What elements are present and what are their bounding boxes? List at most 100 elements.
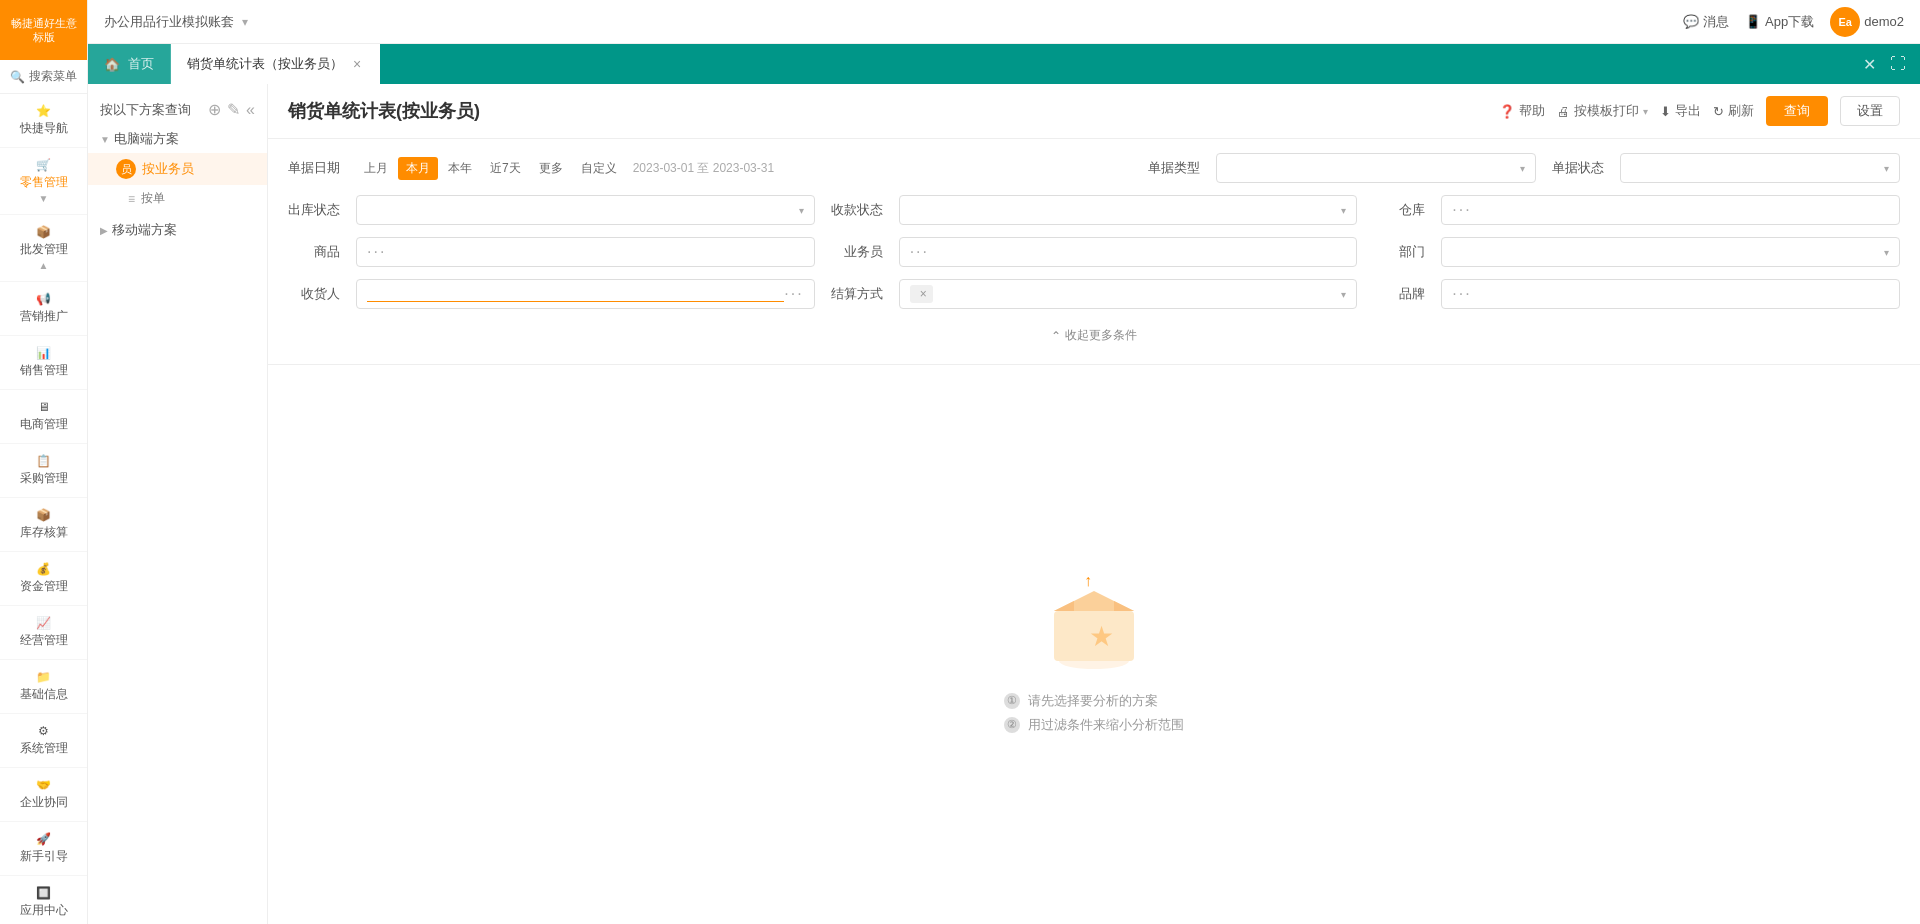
sidebar-item-purchase[interactable]: 📋 采购管理 xyxy=(0,444,87,498)
salesman-select[interactable]: ··· xyxy=(899,237,1358,267)
plan-section-mobile[interactable]: ▶ 移动端方案 xyxy=(88,216,267,244)
salesman-dots: ··· xyxy=(910,243,929,261)
sidebar-newbie-label: 新手引导 xyxy=(20,848,68,865)
tab-close-window-icon[interactable]: ✕ xyxy=(1861,53,1878,76)
sidebar-retail-label: 零售管理 xyxy=(20,174,68,191)
consignee-dots: ··· xyxy=(784,285,803,303)
filter-area: 单据日期 上月 本月 本年 近7天 更多 自定义 2023-03-01 至 20… xyxy=(268,139,1920,365)
doc-type-select[interactable]: ▾ xyxy=(1216,153,1536,183)
sidebar-item-sales[interactable]: 📊 销售管理 xyxy=(0,336,87,390)
appcenter-icon: 🔲 xyxy=(36,886,51,900)
sidebar-item-wholesale[interactable]: 📦 批发管理 ▲ xyxy=(0,215,87,282)
topbar-msg-btn[interactable]: 💬 消息 xyxy=(1683,13,1729,31)
sidebar-item-ecommerce[interactable]: 🖥 电商管理 xyxy=(0,390,87,444)
refresh-btn[interactable]: ↻ 刷新 xyxy=(1713,102,1754,120)
hint-num-2: ② xyxy=(1004,717,1020,733)
date-tab-thisyear[interactable]: 本年 xyxy=(440,157,480,180)
receipt-status-label: 收款状态 xyxy=(831,201,883,219)
sidebar-item-enterprise[interactable]: 🤝 企业协同 xyxy=(0,768,87,822)
doc-type-label: 单据类型 xyxy=(1148,159,1200,177)
sidebar-item-system[interactable]: ⚙ 系统管理 xyxy=(0,714,87,768)
date-label: 单据日期 xyxy=(288,159,340,177)
date-tab-thismonth[interactable]: 本月 xyxy=(398,157,438,180)
topbar-app-btn[interactable]: 📱 App下载 xyxy=(1745,13,1814,31)
consignee-input[interactable]: ··· xyxy=(356,279,815,309)
topbar-arrow-icon: ▾ xyxy=(242,15,248,29)
sidebar-quicknav-label: 快捷导航 xyxy=(20,120,68,137)
doc-status-select[interactable]: ▾ xyxy=(1620,153,1900,183)
quicknav-icon: ⭐ xyxy=(36,104,51,118)
sidebar-item-appcenter[interactable]: 🔲 应用中心 xyxy=(0,876,87,924)
print-caret-icon: ▾ xyxy=(1643,106,1648,117)
date-tab-7days[interactable]: 近7天 xyxy=(482,157,529,180)
receipt-status-select[interactable]: ▾ xyxy=(899,195,1358,225)
sidebar-item-newbie[interactable]: 🚀 新手引导 xyxy=(0,822,87,876)
consignee-field[interactable] xyxy=(367,286,784,302)
sidebar-item-operation[interactable]: 📈 经营管理 xyxy=(0,606,87,660)
topbar: 办公用品行业模拟账套 ▾ 💬 消息 📱 App下载 Ea demo2 xyxy=(88,0,1920,44)
sidebar-item-inventory[interactable]: 📦 库存核算 xyxy=(0,498,87,552)
receipt-status-caret-icon: ▾ xyxy=(1341,205,1346,216)
tab-sales-stat[interactable]: 销货单统计表（按业务员） × xyxy=(171,44,380,84)
hint-num-1: ① xyxy=(1004,693,1020,709)
print-btn[interactable]: 🖨 按模板打印 ▾ xyxy=(1557,102,1648,120)
plan-item-salesman-label: 按业务员 xyxy=(142,160,194,178)
sidebar-item-retail[interactable]: 🛒 零售管理 ▼ xyxy=(0,148,87,215)
out-status-select[interactable]: ▾ xyxy=(356,195,815,225)
panel-edit-icon[interactable]: ✎ xyxy=(227,100,240,119)
svg-text:↑: ↑ xyxy=(1084,572,1092,589)
payment-caret-icon: ▾ xyxy=(1341,289,1346,300)
system-icon: ⚙ xyxy=(38,724,49,738)
goods-select[interactable]: ··· xyxy=(356,237,815,267)
plan-section-desktop: ▼ 电脑端方案 员 按业务员 ≡ 按单 xyxy=(88,125,267,212)
payment-tag-clear-icon[interactable]: × xyxy=(920,287,927,301)
plan-group-arrow-icon: ▼ xyxy=(100,134,110,145)
topbar-user-btn[interactable]: Ea demo2 xyxy=(1830,7,1904,37)
payment-select[interactable]: × ▾ xyxy=(899,279,1358,309)
sidebar: 畅捷通好生意 标版 🔍 搜索菜单 ⭐ 快捷导航 🛒 零售管理 ▼ 📦 批发管理 … xyxy=(0,0,88,924)
export-btn[interactable]: ⬇ 导出 xyxy=(1660,102,1701,120)
export-label: 导出 xyxy=(1675,102,1701,120)
sidebar-basic-label: 基础信息 xyxy=(20,686,68,703)
sidebar-item-quicknav[interactable]: ⭐ 快捷导航 xyxy=(0,94,87,148)
svg-marker-4 xyxy=(1114,601,1134,611)
brand-select[interactable]: ··· xyxy=(1441,279,1900,309)
settings-button[interactable]: 设置 xyxy=(1840,96,1900,126)
sidebar-inventory-label: 库存核算 xyxy=(20,524,68,541)
tabs-spacer xyxy=(380,44,1849,84)
plan-item-by-salesman[interactable]: 员 按业务员 xyxy=(88,153,267,185)
date-tab-more[interactable]: 更多 xyxy=(531,157,571,180)
sidebar-item-finance[interactable]: 💰 资金管理 xyxy=(0,552,87,606)
tab-maximize-icon[interactable]: ⛶ xyxy=(1888,53,1908,75)
doc-status-caret-icon: ▾ xyxy=(1884,163,1889,174)
sidebar-item-basic[interactable]: 📁 基础信息 xyxy=(0,660,87,714)
plan-group-desktop[interactable]: ▼ 电脑端方案 xyxy=(88,125,267,153)
warehouse-select[interactable]: ··· xyxy=(1441,195,1900,225)
date-tab-lastmonth[interactable]: 上月 xyxy=(356,157,396,180)
plan-sub-order-label: 按单 xyxy=(141,190,165,207)
collapse-label: 收起更多条件 xyxy=(1065,327,1137,344)
panel-collapse-icon[interactable]: « xyxy=(246,101,255,119)
plan-sub-item-by-order[interactable]: ≡ 按单 xyxy=(88,185,267,212)
purchase-icon: 📋 xyxy=(36,454,51,468)
query-button[interactable]: 查询 xyxy=(1766,96,1828,126)
print-icon: 🖨 xyxy=(1557,104,1570,119)
date-tab-custom[interactable]: 自定义 xyxy=(573,157,625,180)
help-btn[interactable]: ❓ 帮助 xyxy=(1499,102,1545,120)
filter-row-2: 出库状态 ▾ 收款状态 ▾ 仓库 ··· xyxy=(288,195,1900,225)
collapse-btn[interactable]: ⌃ 收起更多条件 xyxy=(288,321,1900,350)
hint-text-2: 用过滤条件来缩小分析范围 xyxy=(1028,716,1184,734)
sidebar-search[interactable]: 🔍 搜索菜单 xyxy=(0,60,87,94)
plan-group-desktop-label: 电脑端方案 xyxy=(114,130,179,148)
tab-close-icon[interactable]: × xyxy=(351,56,363,72)
content-area: 按以下方案查询 ⊕ ✎ « ▼ 电脑端方案 员 按业务员 ≡ 按 xyxy=(88,84,1920,924)
panel-add-icon[interactable]: ⊕ xyxy=(208,100,221,119)
sidebar-purchase-label: 采购管理 xyxy=(20,470,68,487)
topbar-user-label: demo2 xyxy=(1864,14,1904,29)
out-status-caret-icon: ▾ xyxy=(799,205,804,216)
dept-select[interactable]: ▾ xyxy=(1441,237,1900,267)
filter-row-4: 收货人 ··· 结算方式 × ▾ 品牌 xyxy=(288,279,1900,309)
sidebar-item-marketing[interactable]: 📢 营销推广 xyxy=(0,282,87,336)
msg-icon: 💬 xyxy=(1683,14,1699,29)
tab-home[interactable]: 🏠 首页 xyxy=(88,44,171,84)
